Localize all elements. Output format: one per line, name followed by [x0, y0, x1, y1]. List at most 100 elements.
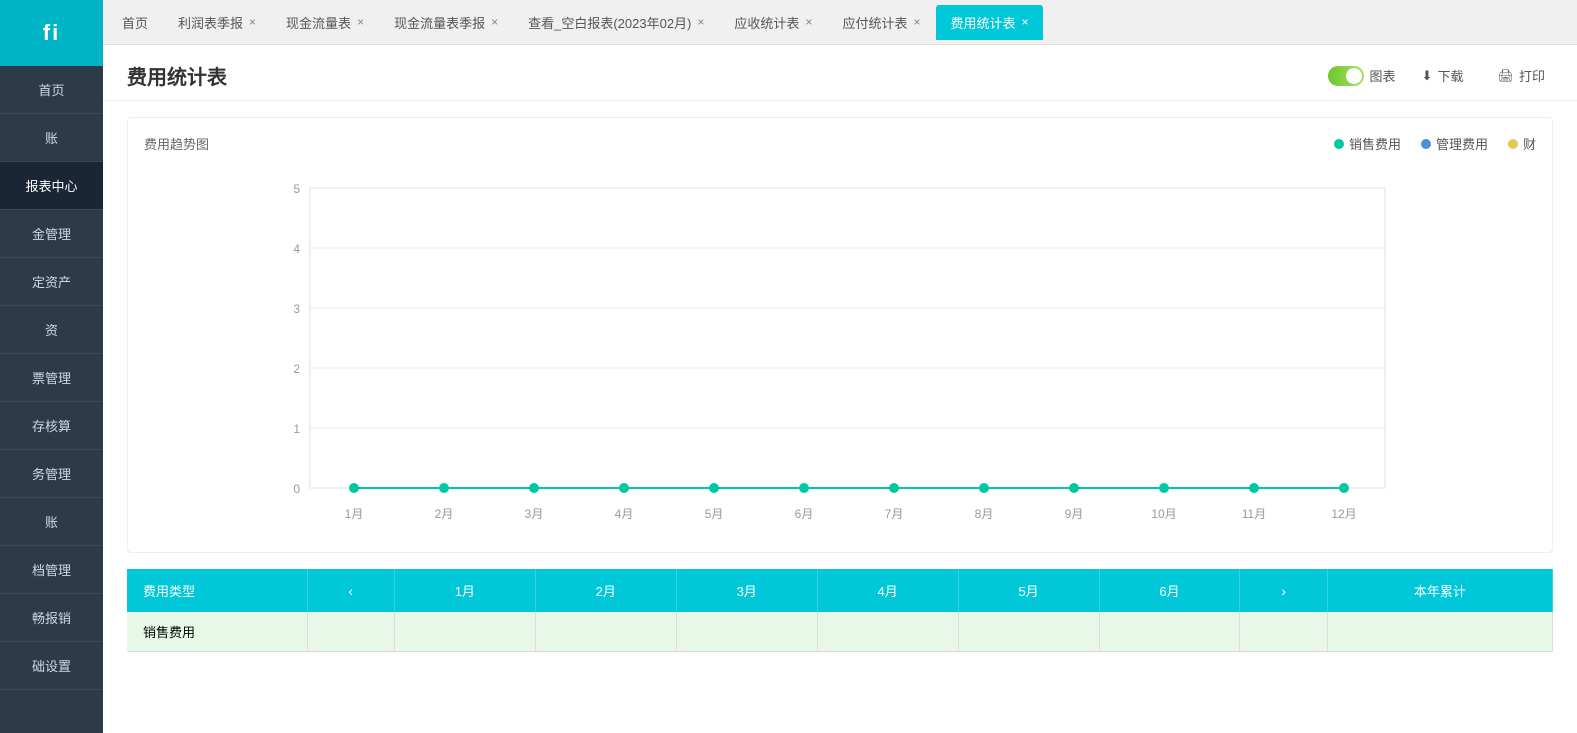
legend-finance: 财	[1508, 134, 1536, 153]
svg-text:7月: 7月	[885, 507, 904, 521]
svg-text:3: 3	[293, 302, 300, 316]
chart-legend: 销售费用 管理费用 财	[1334, 134, 1536, 153]
col-jun: 6月	[1099, 569, 1240, 612]
print-icon: 🖨	[1497, 68, 1514, 84]
data-table: 费用类型 ‹ 1月 2月 3月 4月 5月 6月 › 本年累计 销售费用	[127, 569, 1553, 652]
tab-profit[interactable]: 利润表季报 ×	[164, 5, 270, 40]
chart-title: 费用趋势图	[144, 134, 209, 153]
legend-dot-sales	[1334, 139, 1344, 149]
tab-payable[interactable]: 应付统计表 ×	[828, 5, 934, 40]
sidebar-item-account[interactable]: 账	[0, 498, 103, 546]
svg-text:1月: 1月	[345, 507, 364, 521]
sidebar: fi 首页 账 报表中心 金管理 定资产 资 票管理 存核算 务管理 账 档管理…	[0, 0, 103, 733]
svg-text:12月: 12月	[1331, 507, 1356, 521]
legend-label-finance: 财	[1523, 134, 1536, 153]
close-tab-expense[interactable]: ×	[1021, 15, 1028, 29]
row-feb	[535, 612, 676, 652]
download-label: 下载	[1437, 66, 1463, 85]
tab-cashflow-quarterly[interactable]: 现金流量表季报 ×	[380, 5, 512, 40]
row-jan	[394, 612, 535, 652]
sidebar-item-salary[interactable]: 资	[0, 306, 103, 354]
chart-section: 费用趋势图 销售费用 管理费用 财	[127, 117, 1553, 553]
sidebar-item-ledger[interactable]: 账	[0, 114, 103, 162]
chart-toggle-switch[interactable]	[1328, 66, 1364, 86]
legend-sales: 销售费用	[1334, 134, 1401, 153]
row-jun	[1099, 612, 1240, 652]
col-jan: 1月	[394, 569, 535, 612]
next-btn[interactable]: ›	[1240, 569, 1327, 612]
row-mar	[676, 612, 817, 652]
sidebar-item-inventory[interactable]: 存核算	[0, 402, 103, 450]
prev-btn[interactable]: ‹	[307, 569, 394, 612]
chart-svg-container: 5 4 3 2 1 0 1月 2月	[144, 163, 1536, 536]
content-area: 费用统计表 图表 ⬇ 下载 🖨 打印 费用趋势图	[103, 45, 1577, 733]
main-area: 首页 利润表季报 × 现金流量表 × 现金流量表季报 × 查看_空白报表(202…	[103, 0, 1577, 733]
svg-text:6月: 6月	[795, 507, 814, 521]
col-apr: 4月	[817, 569, 958, 612]
svg-text:8月: 8月	[975, 507, 994, 521]
tab-blank-report[interactable]: 查看_空白报表(2023年02月) ×	[514, 5, 718, 40]
col-may: 5月	[958, 569, 1099, 612]
legend-label-admin: 管理费用	[1436, 134, 1488, 153]
download-icon: ⬇	[1422, 68, 1433, 84]
svg-text:4: 4	[293, 242, 300, 256]
col-total: 本年累计	[1327, 569, 1552, 612]
row-may	[958, 612, 1099, 652]
sidebar-item-invoice[interactable]: 票管理	[0, 354, 103, 402]
chart-toggle-label: 图表	[1370, 66, 1396, 85]
print-label: 打印	[1519, 66, 1545, 85]
tabs-bar: 首页 利润表季报 × 现金流量表 × 现金流量表季报 × 查看_空白报表(202…	[103, 0, 1577, 45]
svg-text:1: 1	[293, 422, 300, 436]
close-tab-payable[interactable]: ×	[913, 15, 920, 29]
legend-label-sales: 销售费用	[1349, 134, 1401, 153]
chart-header: 费用趋势图 销售费用 管理费用 财	[144, 134, 1536, 153]
tab-receivable[interactable]: 应收统计表 ×	[720, 5, 826, 40]
sidebar-item-cash[interactable]: 金管理	[0, 210, 103, 258]
col-mar: 3月	[676, 569, 817, 612]
close-tab-receivable[interactable]: ×	[805, 15, 812, 29]
svg-text:3月: 3月	[525, 507, 544, 521]
close-tab-cashflow-quarterly[interactable]: ×	[491, 15, 498, 29]
close-tab-blank-report[interactable]: ×	[697, 15, 704, 29]
close-tab-profit[interactable]: ×	[249, 15, 256, 29]
row-nav-end	[1240, 612, 1327, 652]
legend-dot-admin	[1421, 139, 1431, 149]
sidebar-logo: fi	[0, 0, 103, 66]
tab-expense[interactable]: 费用统计表 ×	[936, 5, 1042, 40]
tab-home[interactable]: 首页	[108, 5, 162, 40]
col-feb: 2月	[535, 569, 676, 612]
svg-text:0: 0	[293, 482, 300, 496]
row-apr	[817, 612, 958, 652]
legend-dot-finance	[1508, 139, 1518, 149]
svg-text:4月: 4月	[615, 507, 634, 521]
row-nav-empty	[307, 612, 394, 652]
header-actions: 图表 ⬇ 下载 🖨 打印	[1328, 62, 1553, 89]
table-row: 销售费用	[127, 612, 1553, 652]
print-button[interactable]: 🖨 打印	[1489, 62, 1553, 89]
svg-text:11月: 11月	[1242, 507, 1266, 521]
line-chart: 5 4 3 2 1 0 1月 2月	[144, 163, 1536, 533]
sidebar-item-assets[interactable]: 定资产	[0, 258, 103, 306]
table-section: 费用类型 ‹ 1月 2月 3月 4月 5月 6月 › 本年累计 销售费用	[127, 569, 1553, 652]
row-type-sales: 销售费用	[127, 612, 307, 652]
download-button[interactable]: ⬇ 下载	[1414, 62, 1472, 89]
svg-text:2: 2	[293, 362, 300, 376]
sidebar-item-reports[interactable]: 报表中心	[0, 162, 103, 210]
page-header: 费用统计表 图表 ⬇ 下载 🖨 打印	[103, 45, 1577, 101]
svg-text:10月: 10月	[1151, 507, 1176, 521]
svg-text:5: 5	[293, 182, 300, 196]
sidebar-item-archive[interactable]: 档管理	[0, 546, 103, 594]
chart-toggle-container[interactable]: 图表	[1328, 66, 1396, 86]
sidebar-item-expense[interactable]: 畅报销	[0, 594, 103, 642]
row-total	[1327, 612, 1552, 652]
sidebar-item-settings[interactable]: 础设置	[0, 642, 103, 690]
svg-text:2月: 2月	[435, 507, 454, 521]
svg-text:9月: 9月	[1065, 507, 1084, 521]
close-tab-cashflow[interactable]: ×	[357, 15, 364, 29]
tab-cashflow[interactable]: 现金流量表 ×	[272, 5, 378, 40]
svg-text:5月: 5月	[705, 507, 724, 521]
sidebar-item-service[interactable]: 务管理	[0, 450, 103, 498]
legend-admin: 管理费用	[1421, 134, 1488, 153]
sidebar-item-home[interactable]: 首页	[0, 66, 103, 114]
col-type: 费用类型	[127, 569, 307, 612]
